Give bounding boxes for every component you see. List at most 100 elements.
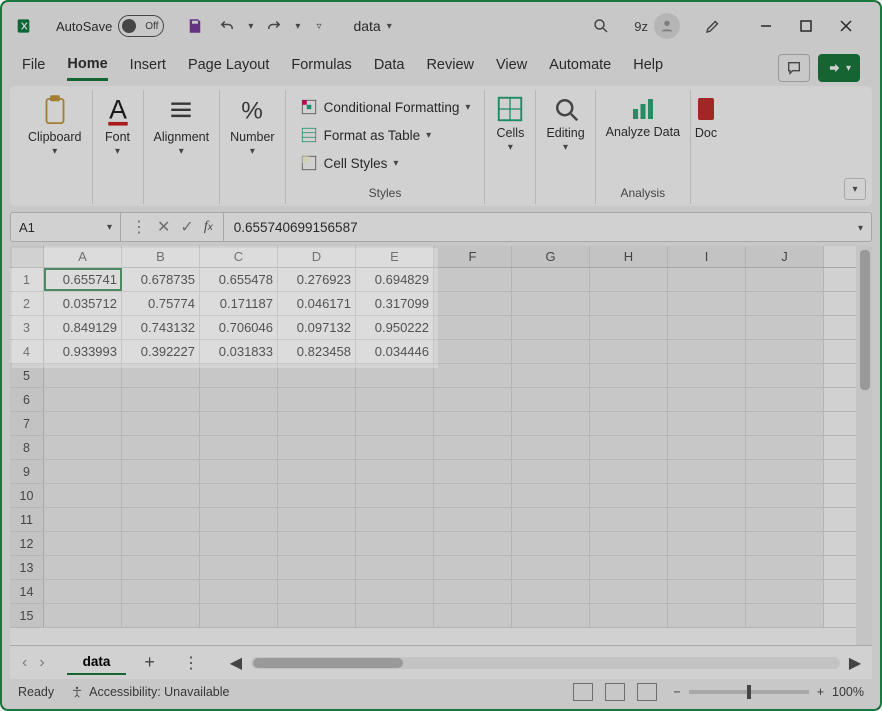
close-button[interactable] (826, 10, 866, 42)
column-header[interactable]: A (44, 246, 122, 267)
formula-more-icon[interactable]: ⋮ (131, 217, 147, 237)
cell[interactable] (122, 388, 200, 411)
doc-overflow-button[interactable]: Doc (694, 94, 718, 140)
cell[interactable] (44, 460, 122, 483)
cell[interactable] (200, 460, 278, 483)
cell[interactable] (434, 460, 512, 483)
number-button[interactable]: % Number ▾ (230, 94, 274, 157)
search-icon[interactable] (588, 13, 614, 39)
vertical-scrollbar[interactable] (856, 246, 872, 645)
cell[interactable] (122, 460, 200, 483)
redo-dropdown-icon[interactable]: ▾ (295, 21, 300, 32)
cell[interactable] (200, 364, 278, 387)
scroll-right-icon[interactable]: ▶ (846, 654, 864, 672)
cell[interactable]: 0.743132 (122, 316, 200, 339)
undo-dropdown-icon[interactable]: ▾ (248, 21, 253, 32)
cell[interactable] (746, 604, 824, 627)
cell[interactable] (44, 388, 122, 411)
row-header[interactable]: 9 (10, 460, 44, 483)
cell[interactable] (434, 580, 512, 603)
cell[interactable] (590, 604, 668, 627)
cell[interactable] (200, 484, 278, 507)
name-box[interactable]: A1 ▾ (11, 213, 121, 241)
accessibility-status[interactable]: Accessibility: Unavailable (70, 685, 229, 699)
cell[interactable] (44, 556, 122, 579)
column-header[interactable]: I (668, 246, 746, 267)
cell[interactable] (512, 532, 590, 555)
row-header[interactable]: 14 (10, 580, 44, 603)
column-header[interactable]: J (746, 246, 824, 267)
view-page-layout-icon[interactable] (605, 683, 625, 701)
cell[interactable]: 0.655741 (44, 268, 122, 291)
cell[interactable] (122, 412, 200, 435)
cell[interactable] (434, 532, 512, 555)
user-account[interactable]: 9z (634, 13, 680, 39)
view-normal-icon[interactable] (573, 683, 593, 701)
cell[interactable]: 0.655478 (200, 268, 278, 291)
cell[interactable] (434, 604, 512, 627)
column-header[interactable]: F (434, 246, 512, 267)
cell[interactable] (512, 340, 590, 363)
cell[interactable] (590, 508, 668, 531)
select-all-corner[interactable] (10, 246, 44, 267)
cells-button[interactable]: Cells ▾ (495, 94, 525, 153)
cell[interactable]: 0.046171 (278, 292, 356, 315)
zoom-in-icon[interactable]: + (817, 685, 824, 699)
cell[interactable] (590, 436, 668, 459)
cell[interactable] (434, 556, 512, 579)
cell[interactable] (356, 388, 434, 411)
cell[interactable] (746, 292, 824, 315)
cell[interactable] (434, 316, 512, 339)
cell[interactable] (200, 532, 278, 555)
comments-button[interactable] (778, 54, 810, 82)
cell[interactable] (512, 580, 590, 603)
tab-help[interactable]: Help (633, 57, 663, 79)
cell[interactable] (668, 532, 746, 555)
pen-icon[interactable] (700, 13, 726, 39)
column-header[interactable]: G (512, 246, 590, 267)
cell[interactable] (356, 508, 434, 531)
tab-automate[interactable]: Automate (549, 57, 611, 79)
row-header[interactable]: 11 (10, 508, 44, 531)
enter-icon[interactable]: ✓ (180, 217, 193, 237)
cell[interactable] (746, 508, 824, 531)
cell[interactable] (668, 508, 746, 531)
save-icon[interactable] (184, 15, 206, 37)
tab-data[interactable]: Data (374, 57, 405, 79)
cell[interactable] (434, 436, 512, 459)
cell-styles-button[interactable]: Cell Styles▾ (296, 152, 403, 174)
cell[interactable] (278, 436, 356, 459)
cell[interactable] (356, 484, 434, 507)
cell[interactable] (590, 580, 668, 603)
row-header[interactable]: 13 (10, 556, 44, 579)
cell[interactable] (668, 364, 746, 387)
cell[interactable]: 0.694829 (356, 268, 434, 291)
cell[interactable] (668, 388, 746, 411)
cell[interactable] (668, 580, 746, 603)
horizontal-scrollbar[interactable]: ◀ ▶ (219, 654, 872, 672)
formula-expand-icon[interactable]: ▾ (850, 218, 871, 236)
cell[interactable]: 0.031833 (200, 340, 278, 363)
column-header[interactable]: B (122, 246, 200, 267)
cell[interactable] (668, 556, 746, 579)
cell[interactable]: 0.706046 (200, 316, 278, 339)
cell[interactable]: 0.276923 (278, 268, 356, 291)
cell[interactable] (356, 604, 434, 627)
tab-formulas[interactable]: Formulas (291, 57, 351, 79)
cell[interactable] (44, 364, 122, 387)
cell[interactable]: 0.933993 (44, 340, 122, 363)
view-page-break-icon[interactable] (637, 683, 657, 701)
cell[interactable] (44, 436, 122, 459)
cell[interactable] (434, 508, 512, 531)
spreadsheet-grid[interactable]: ABCDEFGHIJ 10.6557410.6787350.6554780.27… (10, 246, 872, 645)
column-header[interactable]: E (356, 246, 434, 267)
cell[interactable] (746, 580, 824, 603)
cell[interactable] (122, 484, 200, 507)
row-header[interactable]: 1 (10, 268, 44, 291)
cell[interactable] (434, 292, 512, 315)
cell[interactable] (668, 316, 746, 339)
cancel-icon[interactable]: ✕ (157, 217, 170, 237)
row-header[interactable]: 7 (10, 412, 44, 435)
cell[interactable] (512, 268, 590, 291)
zoom-out-icon[interactable]: − (673, 685, 680, 699)
